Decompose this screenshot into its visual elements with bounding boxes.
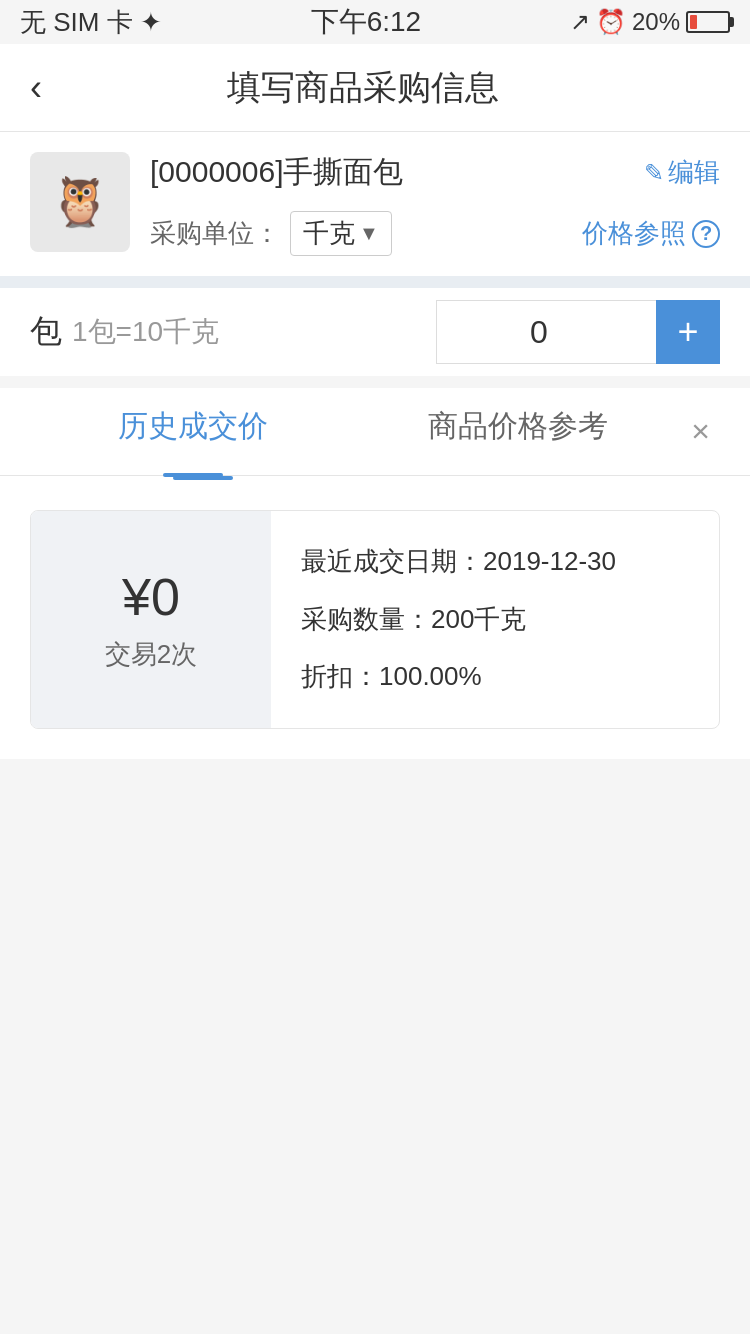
quantity-input[interactable] (436, 300, 656, 364)
quantity-control: + (436, 300, 720, 364)
product-name: [0000006]手撕面包 (150, 152, 403, 193)
status-right: ↗ ⏰ 20% (570, 8, 730, 36)
tab-price-reference[interactable]: 商品价格参考 (356, 406, 682, 457)
status-signal: 无 SIM 卡 ✦ (20, 5, 162, 40)
date-value: 2019-12-30 (483, 546, 616, 576)
price-ref-label: 价格参照 (582, 216, 686, 251)
tabs-header: 历史成交价 商品价格参考 × (0, 388, 750, 476)
transaction-card: ¥0 交易2次 最近成交日期：2019-12-30 采购数量：200千克 折扣：… (30, 510, 720, 729)
back-button[interactable]: ‹ (30, 67, 42, 109)
product-details: [0000006]手撕面包 ✎ 编辑 采购单位： 千克 ▼ 价格参照 (150, 152, 720, 256)
page-title: 填写商品采购信息 (62, 65, 664, 111)
dropdown-arrow-icon: ▼ (359, 222, 379, 245)
transaction-details: 最近成交日期：2019-12-30 采购数量：200千克 折扣：100.00% (271, 511, 719, 728)
transaction-discount-row: 折扣：100.00% (301, 656, 689, 698)
product-title: 手撕面包 (283, 155, 403, 188)
quantity-label-text: 采购数量： (301, 604, 431, 634)
discount-label: 折扣： (301, 661, 379, 691)
help-circle-icon: ? (692, 220, 720, 248)
status-time: 下午6:12 (311, 3, 422, 41)
product-thumbnail-icon: 🦉 (50, 174, 110, 230)
transaction-price: ¥0 (122, 567, 180, 627)
unit-dropdown[interactable]: 千克 ▼ (290, 211, 392, 256)
price-reference-button[interactable]: 价格参照 ? (582, 216, 720, 251)
battery-indicator (686, 11, 730, 33)
nav-header: ‹ 填写商品采购信息 (0, 44, 750, 132)
transaction-summary: ¥0 交易2次 (31, 511, 271, 728)
tab-underline-right (375, 476, 720, 480)
quantity-label: 包 1包=10千克 (30, 310, 219, 354)
unit-value: 千克 (303, 216, 355, 251)
status-alarm-icon: ⏰ (596, 8, 626, 36)
transaction-quantity-row: 采购数量：200千克 (301, 599, 689, 641)
help-icon: ? (700, 222, 712, 245)
product-id: [0000006] (150, 155, 283, 188)
status-bar: 无 SIM 卡 ✦ 下午6:12 ↗ ⏰ 20% (0, 0, 750, 44)
product-name-row: [0000006]手撕面包 ✎ 编辑 (150, 152, 720, 193)
status-location-icon: ↗ (570, 8, 590, 36)
transaction-times: 交易2次 (105, 637, 197, 672)
bag-unit-label: 1包=10千克 (72, 313, 219, 351)
tab-underline-row (0, 476, 750, 480)
product-unit-row: 采购单位： 千克 ▼ 价格参照 ? (150, 211, 720, 256)
unit-label: 采购单位： 千克 ▼ (150, 211, 392, 256)
tab-content: ¥0 交易2次 最近成交日期：2019-12-30 采购数量：200千克 折扣：… (0, 480, 750, 759)
price-value: 0 (151, 568, 180, 626)
product-section: 🦉 [0000006]手撕面包 ✎ 编辑 采购单位： 千克 ▼ (0, 132, 750, 276)
transaction-date-row: 最近成交日期：2019-12-30 (301, 541, 689, 583)
quantity-plus-button[interactable]: + (656, 300, 720, 364)
tab-close-button[interactable]: × (681, 403, 720, 460)
price-symbol: ¥ (122, 568, 151, 626)
status-battery-percent: 20% (632, 8, 680, 36)
edit-button[interactable]: ✎ 编辑 (644, 155, 720, 190)
unit-label-text: 采购单位： (150, 216, 280, 251)
section-divider (0, 276, 750, 288)
date-label: 最近成交日期： (301, 546, 483, 576)
tab-history-price[interactable]: 历史成交价 (30, 406, 356, 457)
quantity-value: 200千克 (431, 604, 526, 634)
tabs-section: 历史成交价 商品价格参考 × ¥0 交易2次 最近成交日期：2019-12-30… (0, 388, 750, 759)
bag-icon: 包 (30, 310, 62, 354)
product-image: 🦉 (30, 152, 130, 252)
quantity-section: 包 1包=10千克 + (0, 288, 750, 376)
product-row: 🦉 [0000006]手撕面包 ✎ 编辑 采购单位： 千克 ▼ (30, 152, 720, 256)
edit-label: 编辑 (668, 155, 720, 190)
discount-value: 100.00% (379, 661, 482, 691)
edit-icon: ✎ (644, 159, 664, 187)
